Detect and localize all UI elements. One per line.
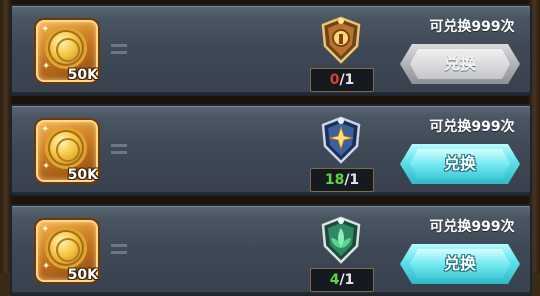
exchange-button[interactable]: 兑换: [400, 144, 520, 184]
gold-coin-reward: ✦ ✦ 50K: [36, 120, 98, 183]
reward-count: 50K: [67, 167, 98, 183]
exchange-button-label: 兑换: [443, 254, 476, 273]
gold-coin-icon: [45, 27, 87, 69]
owned-count: 0: [329, 72, 340, 88]
material-count: 4/1: [310, 268, 374, 292]
material-count: 0/1: [310, 68, 374, 92]
exchange-limit-text: 可兑换999次: [429, 219, 515, 235]
exchange-button[interactable]: 兑换: [400, 244, 520, 284]
bronze-shield-badge-icon: [321, 16, 361, 64]
required-count: /1: [339, 272, 355, 288]
sparkle-icon: ✦: [42, 261, 51, 272]
exchange-button[interactable]: 兑换: [400, 44, 520, 84]
reward-count: 50K: [67, 67, 98, 83]
exchange-limit-text: 可兑换999次: [429, 19, 515, 35]
sparkle-icon: ✦: [41, 24, 50, 35]
green-lotus-shield-badge-icon: [321, 216, 361, 264]
reward-count: 50K: [67, 267, 98, 283]
gold-coin-icon: [45, 127, 87, 169]
equals-icon: [111, 244, 127, 256]
equals-icon: [111, 44, 127, 56]
exchange-row: ✦ ✦ 50K 18/1 可兑换999次 兑换: [10, 104, 532, 196]
owned-count: 18: [324, 172, 345, 188]
exchange-limit-text: 可兑换999次: [429, 119, 515, 135]
material-count: 18/1: [310, 168, 374, 192]
required-count: /1: [339, 72, 355, 88]
blue-star-shield-badge-icon: [321, 116, 361, 164]
exchange-button-label: 兑换: [443, 154, 476, 173]
gold-coin-reward: ✦ ✦ 50K: [36, 20, 98, 83]
required-count: /1: [344, 172, 360, 188]
exchange-panel: ✦ ✦ 50K 0/1 可兑换999次 兑换 ✦ ✦ 50K 18/1 可兑换9…: [0, 0, 540, 296]
exchange-button-label: 兑换: [443, 54, 476, 73]
sparkle-icon: ✦: [41, 124, 50, 135]
equals-icon: [111, 144, 127, 156]
owned-count: 4: [329, 272, 340, 288]
exchange-row: ✦ ✦ 50K 0/1 可兑换999次 兑换: [10, 4, 532, 96]
sparkle-icon: ✦: [41, 224, 50, 235]
exchange-row: ✦ ✦ 50K 4/1 可兑换999次 兑换: [10, 204, 532, 296]
sparkle-icon: ✦: [42, 161, 51, 172]
gold-coin-icon: [45, 227, 87, 269]
sparkle-icon: ✦: [42, 61, 51, 72]
